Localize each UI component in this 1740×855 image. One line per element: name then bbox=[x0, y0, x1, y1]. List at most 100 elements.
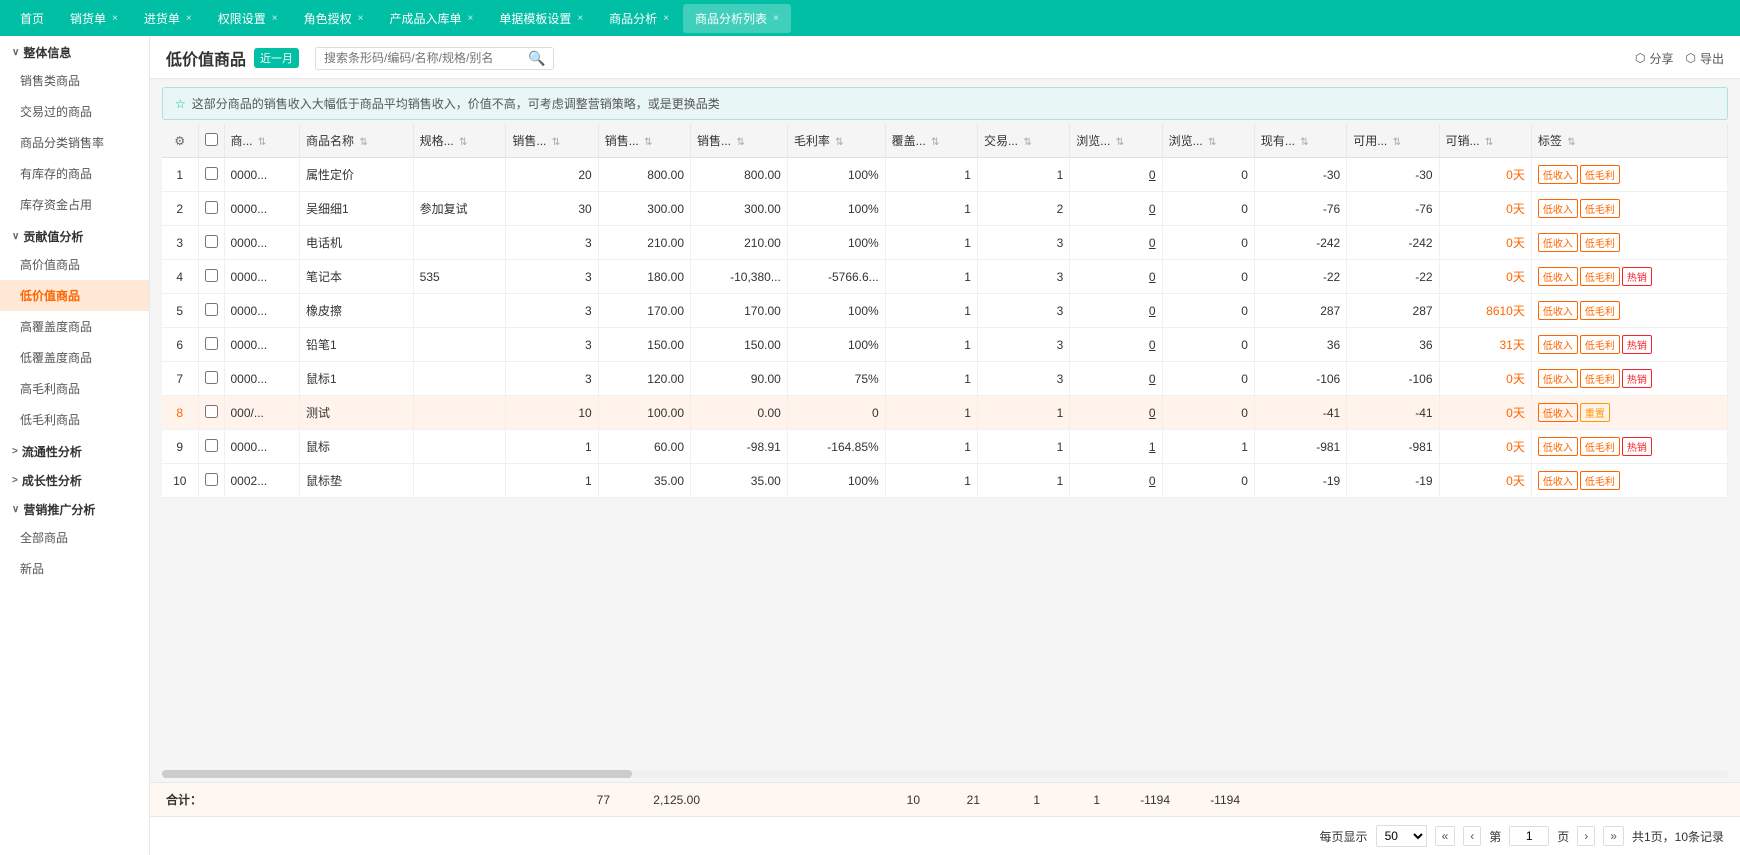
col-browse1[interactable]: 浏览... ⇅ bbox=[1070, 124, 1162, 158]
nav-role[interactable]: 角色授权 × bbox=[292, 4, 376, 33]
col-margin[interactable]: 毛利率 ⇅ bbox=[787, 124, 885, 158]
row-checkbox-input[interactable] bbox=[205, 337, 218, 350]
row-browse1[interactable]: 0 bbox=[1070, 192, 1162, 226]
row-settings[interactable]: 7 bbox=[162, 362, 198, 396]
settings-icon[interactable]: ⚙ bbox=[174, 134, 185, 148]
col-browse2[interactable]: 浏览... ⇅ bbox=[1162, 124, 1254, 158]
nav-template-close[interactable]: × bbox=[577, 13, 583, 24]
row-checkbox[interactable] bbox=[198, 430, 224, 464]
row-checkbox[interactable] bbox=[198, 294, 224, 328]
sidebar-item-traded[interactable]: 交易过的商品 bbox=[0, 96, 149, 127]
col-spec[interactable]: 规格... ⇅ bbox=[413, 124, 506, 158]
sidebar-item-category-rate[interactable]: 商品分类销售率 bbox=[0, 127, 149, 158]
row-checkbox-input[interactable] bbox=[205, 167, 218, 180]
col-settings[interactable]: ⚙ bbox=[162, 124, 198, 158]
date-badge[interactable]: 近一月 bbox=[254, 48, 299, 68]
col-saleable[interactable]: 可销... ⇅ bbox=[1439, 124, 1531, 158]
row-checkbox-input[interactable] bbox=[205, 473, 218, 486]
row-checkbox[interactable] bbox=[198, 226, 224, 260]
sidebar-item-high-margin[interactable]: 高毛利商品 bbox=[0, 373, 149, 404]
nav-product-list-close[interactable]: × bbox=[773, 13, 779, 24]
scrollbar-thumb[interactable] bbox=[162, 770, 632, 778]
row-browse1[interactable]: 0 bbox=[1070, 362, 1162, 396]
sidebar-item-low-coverage[interactable]: 低覆盖度商品 bbox=[0, 342, 149, 373]
search-input[interactable] bbox=[324, 51, 524, 65]
row-settings[interactable]: 1 bbox=[162, 158, 198, 192]
row-checkbox-input[interactable] bbox=[205, 235, 218, 248]
sidebar-group-circulation[interactable]: > 流通性分析 bbox=[0, 435, 149, 464]
nav-product-storage[interactable]: 产成品入库单 × bbox=[377, 4, 485, 33]
nav-sales[interactable]: 销货单 × bbox=[58, 4, 130, 33]
browse1-link[interactable]: 1 bbox=[1149, 440, 1156, 454]
sidebar-item-high-coverage[interactable]: 高覆盖度商品 bbox=[0, 311, 149, 342]
browse1-link[interactable]: 0 bbox=[1149, 372, 1156, 386]
col-name[interactable]: 商品名称 ⇅ bbox=[300, 124, 414, 158]
col-code[interactable]: 商... ⇅ bbox=[224, 124, 300, 158]
sidebar-group-contribution[interactable]: ∨ 贡献值分析 bbox=[0, 220, 149, 249]
col-current[interactable]: 现有... ⇅ bbox=[1254, 124, 1346, 158]
nav-template[interactable]: 单据模板设置 × bbox=[487, 4, 595, 33]
nav-role-close[interactable]: × bbox=[358, 13, 364, 24]
row-browse1[interactable]: 0 bbox=[1070, 328, 1162, 362]
table-wrapper[interactable]: ⚙ 商... ⇅ 商品名称 ⇅ 规格... ⇅ 销售... ⇅ 销售... ⇅ … bbox=[162, 124, 1728, 770]
browse1-link[interactable]: 0 bbox=[1149, 474, 1156, 488]
row-checkbox-input[interactable] bbox=[205, 201, 218, 214]
next-page-btn[interactable]: › bbox=[1577, 826, 1595, 846]
nav-product-list[interactable]: 商品分析列表 × bbox=[683, 4, 791, 33]
row-browse1[interactable]: 1 bbox=[1070, 430, 1162, 464]
row-checkbox[interactable] bbox=[198, 158, 224, 192]
row-browse1[interactable]: 0 bbox=[1070, 226, 1162, 260]
row-checkbox-input[interactable] bbox=[205, 269, 218, 282]
col-sale-amount[interactable]: 销售... ⇅ bbox=[598, 124, 690, 158]
row-settings[interactable]: 4 bbox=[162, 260, 198, 294]
browse1-link[interactable]: 0 bbox=[1149, 236, 1156, 250]
row-checkbox[interactable] bbox=[198, 192, 224, 226]
sidebar-group-growth[interactable]: > 成长性分析 bbox=[0, 464, 149, 493]
nav-product-analysis[interactable]: 商品分析 × bbox=[597, 4, 681, 33]
last-page-btn[interactable]: » bbox=[1603, 826, 1624, 846]
nav-permission-close[interactable]: × bbox=[272, 13, 278, 24]
row-checkbox[interactable] bbox=[198, 396, 224, 430]
export-button[interactable]: ⬡ 导出 bbox=[1686, 50, 1725, 67]
row-settings[interactable]: 9 bbox=[162, 430, 198, 464]
browse1-link[interactable]: 0 bbox=[1149, 338, 1156, 352]
row-browse1[interactable]: 0 bbox=[1070, 464, 1162, 498]
row-browse1[interactable]: 0 bbox=[1070, 260, 1162, 294]
sidebar-item-all-products[interactable]: 全部商品 bbox=[0, 522, 149, 553]
sidebar-group-overall[interactable]: ∨ 整体信息 bbox=[0, 36, 149, 65]
row-browse1[interactable]: 0 bbox=[1070, 396, 1162, 430]
browse1-link[interactable]: 0 bbox=[1149, 406, 1156, 420]
sidebar-item-low-value[interactable]: 低价值商品 bbox=[0, 280, 149, 311]
nav-purchase[interactable]: 进货单 × bbox=[132, 4, 204, 33]
row-settings[interactable]: 5 bbox=[162, 294, 198, 328]
search-icon[interactable]: 🔍 bbox=[528, 50, 545, 67]
sidebar-item-stock-capital[interactable]: 库存资金占用 bbox=[0, 189, 149, 220]
col-sale-price[interactable]: 销售... ⇅ bbox=[691, 124, 788, 158]
nav-product-storage-close[interactable]: × bbox=[467, 13, 473, 24]
row-settings[interactable]: 10 bbox=[162, 464, 198, 498]
row-checkbox[interactable] bbox=[198, 260, 224, 294]
browse1-link[interactable]: 0 bbox=[1149, 168, 1156, 182]
col-sale-count[interactable]: 销售... ⇅ bbox=[506, 124, 598, 158]
row-browse1[interactable]: 0 bbox=[1070, 158, 1162, 192]
browse1-link[interactable]: 0 bbox=[1149, 202, 1156, 216]
prev-page-btn[interactable]: ‹ bbox=[1463, 826, 1481, 846]
row-checkbox-input[interactable] bbox=[205, 303, 218, 316]
row-settings[interactable]: 8 bbox=[162, 396, 198, 430]
browse1-link[interactable]: 0 bbox=[1149, 304, 1156, 318]
col-tags[interactable]: 标签 ⇅ bbox=[1531, 124, 1727, 158]
sidebar-item-new-products[interactable]: 新品 bbox=[0, 553, 149, 584]
sidebar-item-in-stock[interactable]: 有库存的商品 bbox=[0, 158, 149, 189]
row-settings[interactable]: 3 bbox=[162, 226, 198, 260]
sidebar-item-high-value[interactable]: 高价值商品 bbox=[0, 249, 149, 280]
nav-sales-close[interactable]: × bbox=[112, 13, 118, 24]
row-settings[interactable]: 6 bbox=[162, 328, 198, 362]
sidebar-group-marketing[interactable]: ∨ 营销推广分析 bbox=[0, 493, 149, 522]
row-checkbox-input[interactable] bbox=[205, 371, 218, 384]
row-settings[interactable]: 2 bbox=[162, 192, 198, 226]
row-checkbox[interactable] bbox=[198, 464, 224, 498]
share-button[interactable]: ⬡ 分享 bbox=[1635, 50, 1674, 67]
nav-permission[interactable]: 权限设置 × bbox=[206, 4, 290, 33]
page-input[interactable] bbox=[1509, 826, 1549, 846]
row-checkbox[interactable] bbox=[198, 362, 224, 396]
